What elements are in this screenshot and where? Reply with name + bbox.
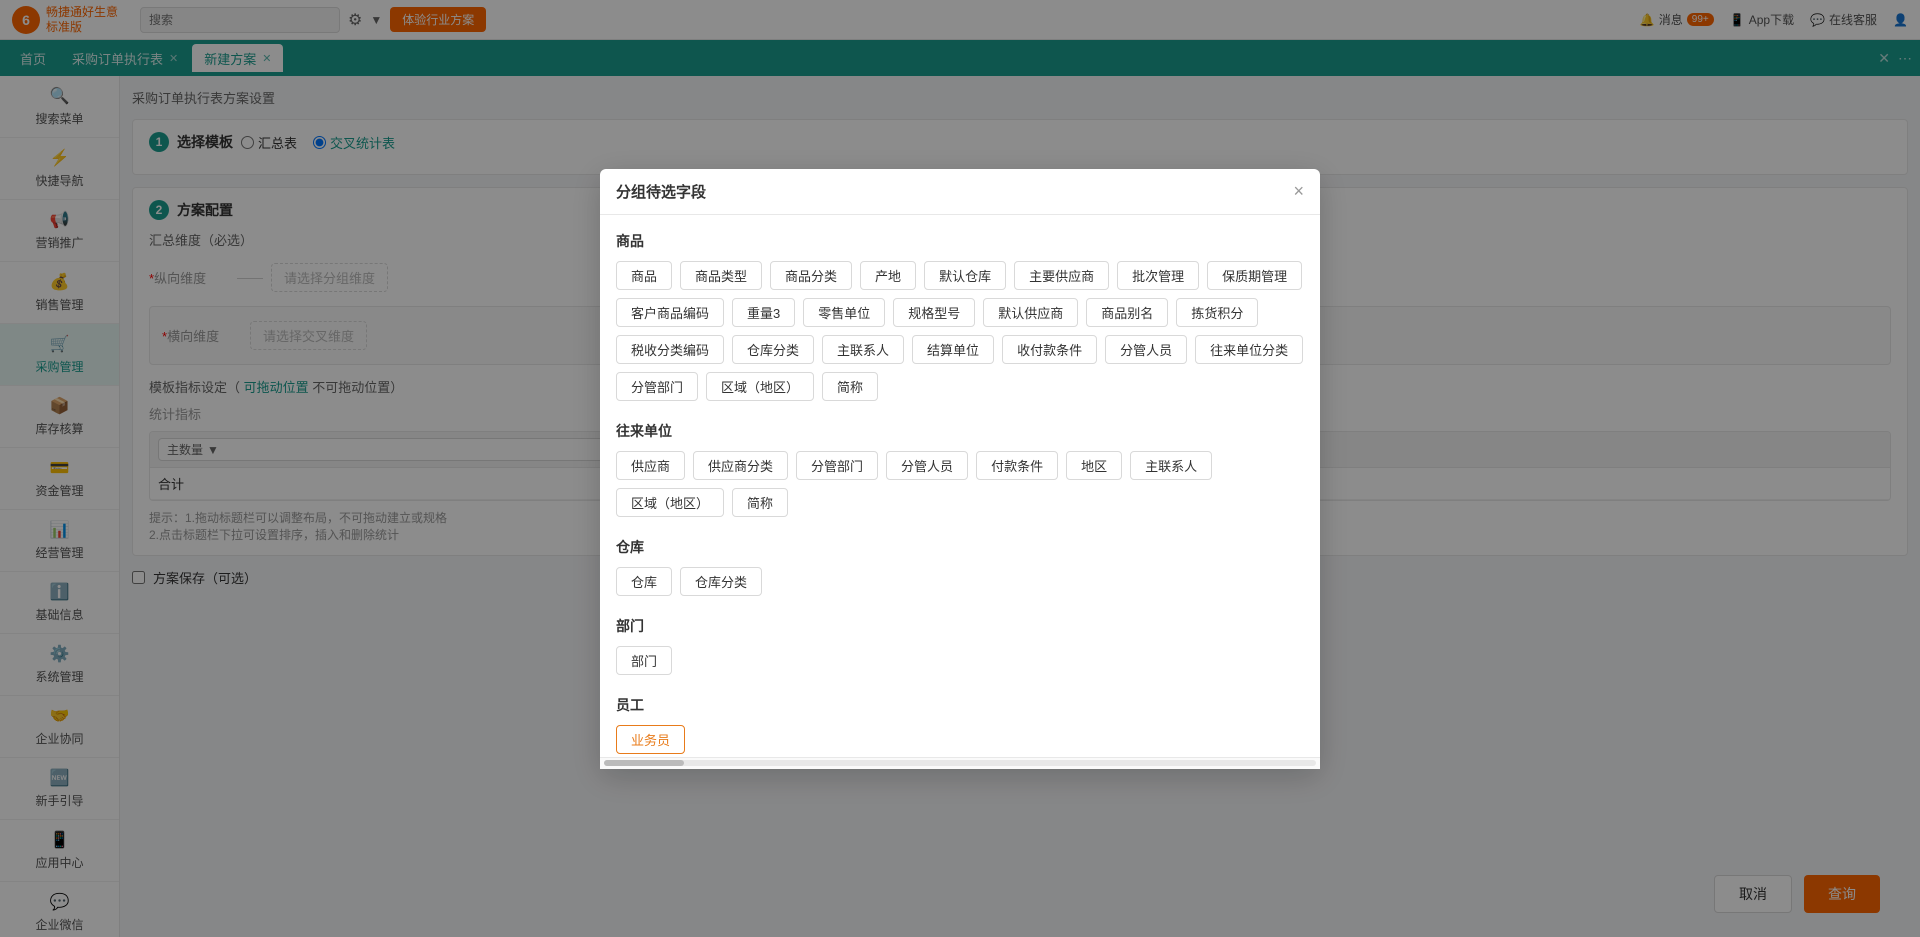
field-tag-default-warehouse[interactable]: 默认仓库 (924, 261, 1006, 290)
field-tag-payment-terms[interactable]: 收付款条件 (1002, 335, 1097, 364)
section-goods: 商品 商品 商品类型 商品分类 产地 默认仓库 主要供应商 批次管理 保质期管理… (616, 231, 1304, 401)
field-tag-managing-dept[interactable]: 分管部门 (616, 372, 698, 401)
field-tag-warehouse-cat[interactable]: 仓库分类 (680, 567, 762, 596)
field-tag-weight3[interactable]: 重量3 (732, 298, 795, 327)
field-tag-spec-model[interactable]: 规格型号 (893, 298, 975, 327)
field-tag-settlement-unit[interactable]: 结算单位 (912, 335, 994, 364)
field-tag-goods-type[interactable]: 商品类型 (680, 261, 762, 290)
field-tag-region-goods[interactable]: 区域（地区） (706, 372, 814, 401)
field-tag-default-supplier[interactable]: 默认供应商 (983, 298, 1078, 327)
field-tag-region-counterpart[interactable]: 区域（地区） (616, 488, 724, 517)
field-tag-customer-code[interactable]: 客户商品编码 (616, 298, 724, 327)
field-tag-retail-unit[interactable]: 零售单位 (803, 298, 885, 327)
hscroll-track (604, 760, 1316, 766)
modal-header: 分组待选字段 × (600, 169, 1320, 215)
field-tag-batch-mgmt[interactable]: 批次管理 (1117, 261, 1199, 290)
section-employee-title: 员工 (616, 695, 1304, 715)
field-tag-area[interactable]: 地区 (1066, 451, 1122, 480)
section-goods-title: 商品 (616, 231, 1304, 251)
counterpart-field-tags: 供应商 供应商分类 分管部门 分管人员 付款条件 地区 主联系人 区域（地区） … (616, 451, 1304, 517)
modal-backdrop: 分组待选字段 × 商品 商品 商品类型 商品分类 产地 默认仓库 主要供应商 批… (0, 0, 1920, 937)
section-warehouse-title: 仓库 (616, 537, 1304, 557)
field-tag-supplier-category[interactable]: 供应商分类 (693, 451, 788, 480)
modal-close-button[interactable]: × (1293, 181, 1304, 202)
hscroll-thumb (604, 760, 684, 766)
field-tag-pick-points[interactable]: 拣货积分 (1176, 298, 1258, 327)
field-tag-main-contact[interactable]: 主联系人 (822, 335, 904, 364)
field-selection-modal: 分组待选字段 × 商品 商品 商品类型 商品分类 产地 默认仓库 主要供应商 批… (600, 169, 1320, 769)
field-tag-short-name-goods[interactable]: 简称 (822, 372, 878, 401)
employee-field-tags: 业务员 (616, 725, 1304, 754)
modal-body: 商品 商品 商品类型 商品分类 产地 默认仓库 主要供应商 批次管理 保质期管理… (600, 215, 1320, 757)
warehouse-field-tags: 仓库 仓库分类 (616, 567, 1304, 596)
field-tag-dept-manage[interactable]: 分管部门 (796, 451, 878, 480)
field-tag-goods-alias[interactable]: 商品别名 (1086, 298, 1168, 327)
field-tag-pay-terms[interactable]: 付款条件 (976, 451, 1058, 480)
modal-horizontal-scroll[interactable] (600, 757, 1320, 769)
field-tag-goods-category[interactable]: 商品分类 (770, 261, 852, 290)
field-tag-main-supplier[interactable]: 主要供应商 (1014, 261, 1109, 290)
field-tag-counterpart-category[interactable]: 往来单位分类 (1195, 335, 1303, 364)
department-field-tags: 部门 (616, 646, 1304, 675)
section-employee: 员工 业务员 (616, 695, 1304, 754)
field-tag-supplier[interactable]: 供应商 (616, 451, 685, 480)
field-tag-goods[interactable]: 商品 (616, 261, 672, 290)
section-warehouse: 仓库 仓库 仓库分类 (616, 537, 1304, 596)
field-tag-tax-code[interactable]: 税收分类编码 (616, 335, 724, 364)
section-department: 部门 部门 (616, 616, 1304, 675)
section-counterpart-title: 往来单位 (616, 421, 1304, 441)
goods-field-tags: 商品 商品类型 商品分类 产地 默认仓库 主要供应商 批次管理 保质期管理 客户… (616, 261, 1304, 401)
field-tag-department[interactable]: 部门 (616, 646, 672, 675)
modal-title: 分组待选字段 (616, 181, 706, 202)
field-tag-warehouse[interactable]: 仓库 (616, 567, 672, 596)
field-tag-origin[interactable]: 产地 (860, 261, 916, 290)
field-tag-person-manage[interactable]: 分管人员 (886, 451, 968, 480)
section-department-title: 部门 (616, 616, 1304, 636)
field-tag-main-contact2[interactable]: 主联系人 (1130, 451, 1212, 480)
section-counterpart: 往来单位 供应商 供应商分类 分管部门 分管人员 付款条件 地区 主联系人 区域… (616, 421, 1304, 517)
field-tag-expiry-mgmt[interactable]: 保质期管理 (1207, 261, 1302, 290)
field-tag-warehouse-category[interactable]: 仓库分类 (732, 335, 814, 364)
field-tag-salesperson[interactable]: 业务员 (616, 725, 685, 754)
field-tag-short-name-counterpart[interactable]: 简称 (732, 488, 788, 517)
field-tag-supervisor[interactable]: 分管人员 (1105, 335, 1187, 364)
